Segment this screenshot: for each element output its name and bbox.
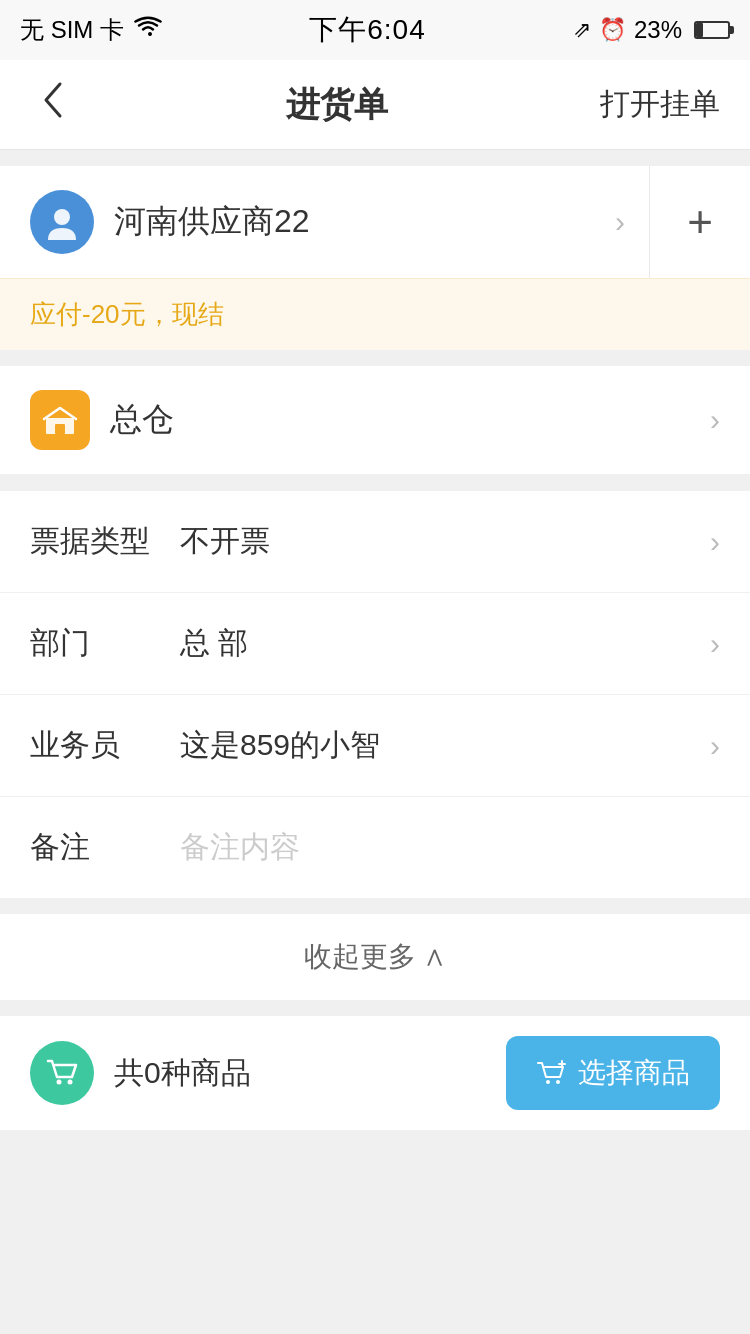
invoice-type-row[interactable]: 票据类型 不开票 › (0, 491, 750, 593)
salesperson-value: 这是859的小智 (160, 725, 700, 766)
svg-point-5 (546, 1080, 550, 1084)
invoice-type-value: 不开票 (160, 521, 700, 562)
svg-point-0 (54, 209, 70, 225)
page-title: 进货单 (286, 82, 388, 128)
supplier-avatar (30, 190, 94, 254)
back-button[interactable] (30, 70, 74, 139)
department-row[interactable]: 部门 总 部 › (0, 593, 750, 695)
collapse-section[interactable]: 收起更多 ∧ (0, 914, 750, 1000)
location-icon: ⇗ (573, 17, 591, 43)
add-supplier-button[interactable]: + (650, 166, 750, 278)
salesperson-label: 业务员 (30, 725, 160, 766)
supplier-chevron-icon: › (615, 205, 625, 239)
alarm-icon: ⏰ (599, 17, 626, 43)
svg-point-6 (556, 1080, 560, 1084)
department-value: 总 部 (160, 623, 700, 664)
status-left: 无 SIM 卡 (20, 14, 162, 46)
status-right: ⇗ ⏰ 23% (573, 16, 730, 44)
select-product-label: 选择商品 (578, 1054, 690, 1092)
status-time: 下午6:04 (309, 11, 426, 49)
supplier-selector[interactable]: 河南供应商22 › (0, 166, 650, 278)
product-count-text: 共0种商品 (114, 1053, 506, 1094)
balance-notice: 应付-20元，现结 (0, 278, 750, 350)
battery-percent: 23% (634, 16, 682, 44)
status-bar: 无 SIM 卡 下午6:04 ⇗ ⏰ 23% (0, 0, 750, 60)
remark-label: 备注 (30, 827, 160, 868)
page-rest (0, 1130, 750, 1334)
warehouse-name: 总仓 (110, 398, 700, 442)
warehouse-chevron-icon: › (710, 403, 720, 437)
supplier-name: 河南供应商22 (114, 200, 605, 244)
balance-text: 应付-20元，现结 (30, 299, 224, 329)
invoice-type-chevron-icon: › (710, 525, 720, 559)
svg-point-3 (57, 1080, 62, 1085)
wifi-icon (134, 16, 162, 44)
product-bar: 共0种商品 选择商品 (0, 1016, 750, 1130)
battery-icon (694, 21, 730, 39)
open-pending-button[interactable]: 打开挂单 (600, 84, 720, 125)
collapse-button[interactable]: 收起更多 ∧ (304, 938, 447, 976)
form-section: 票据类型 不开票 › 部门 总 部 › 业务员 这是859的小智 › 备注 备注… (0, 491, 750, 898)
svg-point-4 (68, 1080, 73, 1085)
warehouse-icon (30, 390, 90, 450)
remark-input[interactable]: 备注内容 (160, 827, 720, 868)
product-cart-icon (30, 1041, 94, 1105)
nav-bar: 进货单 打开挂单 (0, 60, 750, 150)
section-divider-1 (0, 150, 750, 166)
remark-row[interactable]: 备注 备注内容 (0, 797, 750, 898)
invoice-type-label: 票据类型 (30, 521, 160, 562)
carrier-text: 无 SIM 卡 (20, 14, 124, 46)
department-chevron-icon: › (710, 627, 720, 661)
salesperson-row[interactable]: 业务员 这是859的小智 › (0, 695, 750, 797)
select-product-button[interactable]: 选择商品 (506, 1036, 720, 1110)
salesperson-chevron-icon: › (710, 729, 720, 763)
warehouse-row[interactable]: 总仓 › (0, 366, 750, 475)
svg-rect-2 (55, 424, 65, 434)
supplier-section: 河南供应商22 › + (0, 166, 750, 278)
department-label: 部门 (30, 623, 160, 664)
